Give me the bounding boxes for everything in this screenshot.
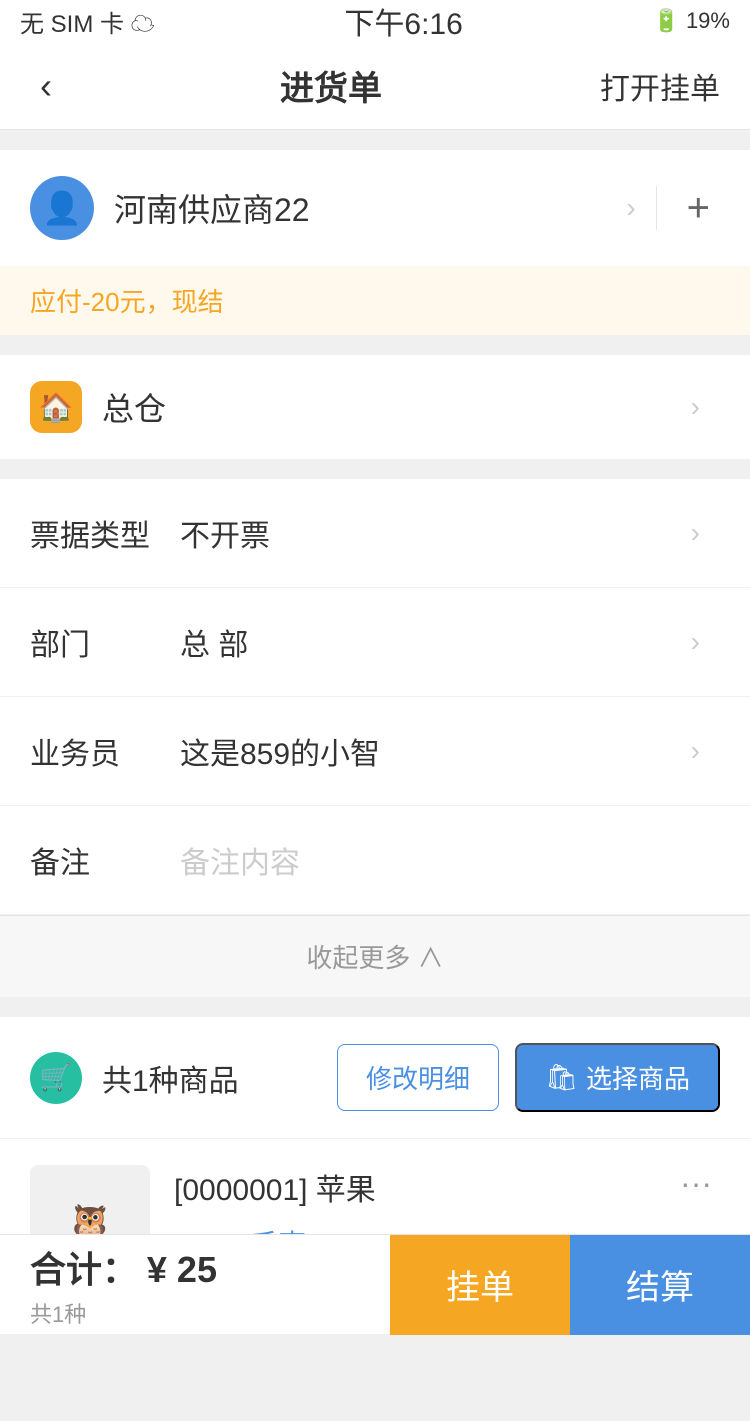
- supplier-section: 👤 河南供应商22 › + 应付-20元，现结: [0, 150, 750, 335]
- collapse-text: 收起更多 ∧: [306, 943, 443, 973]
- supplier-name: 河南供应商22: [114, 185, 626, 231]
- supplier-divider: [656, 186, 657, 230]
- section-gap-1: [0, 130, 750, 150]
- section-gap-4: [0, 997, 750, 1017]
- product-more-button[interactable]: ···: [672, 1165, 720, 1202]
- supplier-avatar: 👤: [30, 176, 94, 240]
- settle-button[interactable]: 结算: [570, 1235, 750, 1335]
- battery-level: 19%: [686, 8, 730, 34]
- select-product-icon: 🛍: [545, 1062, 578, 1093]
- pending-button[interactable]: 挂单: [390, 1235, 570, 1335]
- department-value: 总 部: [170, 620, 691, 664]
- salesperson-value: 这是859的小智: [170, 729, 691, 773]
- product-count-icon: 🛒: [30, 1052, 82, 1104]
- warehouse-chevron-icon: ›: [691, 391, 700, 423]
- section-gap-2: [0, 335, 750, 355]
- total-amount: ¥ 25: [147, 1249, 217, 1290]
- notice-text: 应付-20元，现结: [30, 287, 224, 317]
- bottom-bar: 合计： ¥ 25 共1种 挂单 结算: [0, 1234, 750, 1334]
- invoice-chevron-icon: ›: [691, 517, 700, 549]
- summary-total: 合计： ¥ 25: [30, 1241, 360, 1293]
- department-chevron-icon: ›: [691, 626, 700, 658]
- invoice-type-value: 不开票: [170, 511, 691, 555]
- avatar-icon: 👤: [42, 189, 82, 227]
- salesperson-row[interactable]: 业务员 这是859的小智 ›: [0, 697, 750, 806]
- remark-row[interactable]: 备注 备注内容: [0, 806, 750, 915]
- invoice-type-label: 票据类型: [30, 511, 170, 555]
- invoice-type-row[interactable]: 票据类型 不开票 ›: [0, 479, 750, 588]
- warehouse-name: 总仓: [102, 384, 691, 430]
- product-count-text: 共1种商品: [102, 1056, 337, 1100]
- collapse-bar[interactable]: 收起更多 ∧: [0, 915, 750, 997]
- chevron-right-icon: ›: [626, 192, 635, 224]
- status-time: 下午6:16: [344, 0, 462, 43]
- edit-detail-button[interactable]: 修改明细: [337, 1044, 499, 1111]
- sim-status: 无 SIM 卡 ☁: [20, 4, 155, 39]
- product-name: [0000001] 苹果: [174, 1165, 672, 1209]
- warehouse-icon: 🏠: [30, 381, 82, 433]
- summary-count: 共1种: [30, 1297, 360, 1329]
- notice-bar: 应付-20元，现结: [0, 266, 750, 335]
- page-title: 进货单: [280, 61, 382, 110]
- status-bar: 无 SIM 卡 ☁ 下午6:16 🔋 19%: [0, 0, 750, 42]
- remark-value: 备注内容: [170, 838, 720, 882]
- summary-info: 合计： ¥ 25 共1种: [0, 1241, 390, 1329]
- department-row[interactable]: 部门 总 部 ›: [0, 588, 750, 697]
- back-button[interactable]: ‹: [30, 55, 62, 117]
- remark-label: 备注: [30, 838, 170, 882]
- select-product-label: 选择商品: [586, 1059, 690, 1096]
- open-pending-button[interactable]: 打开挂单: [600, 64, 720, 108]
- section-gap-3: [0, 459, 750, 479]
- nav-bar: ‹ 进货单 打开挂单: [0, 42, 750, 130]
- supplier-row[interactable]: 👤 河南供应商22 › +: [0, 150, 750, 266]
- select-product-button[interactable]: 🛍 选择商品: [515, 1043, 720, 1112]
- cart-icon: 🛒: [40, 1062, 72, 1093]
- battery-icon: 🔋: [653, 8, 680, 34]
- warehouse-row[interactable]: 🏠 总仓 ›: [0, 355, 750, 459]
- warehouse-icon-symbol: 🏠: [39, 391, 74, 424]
- salesperson-label: 业务员: [30, 729, 170, 773]
- warehouse-section: 🏠 总仓 ›: [0, 355, 750, 459]
- product-header: 🛒 共1种商品 修改明细 🛍 选择商品: [0, 1017, 750, 1138]
- form-section: 票据类型 不开票 › 部门 总 部 › 业务员 这是859的小智 › 备注 备注…: [0, 479, 750, 997]
- total-label: 合计：: [30, 1249, 138, 1290]
- department-label: 部门: [30, 620, 170, 664]
- salesperson-chevron-icon: ›: [691, 735, 700, 767]
- add-button[interactable]: +: [677, 186, 720, 231]
- status-right: 🔋 19%: [653, 8, 730, 34]
- status-left: 无 SIM 卡 ☁: [20, 4, 155, 39]
